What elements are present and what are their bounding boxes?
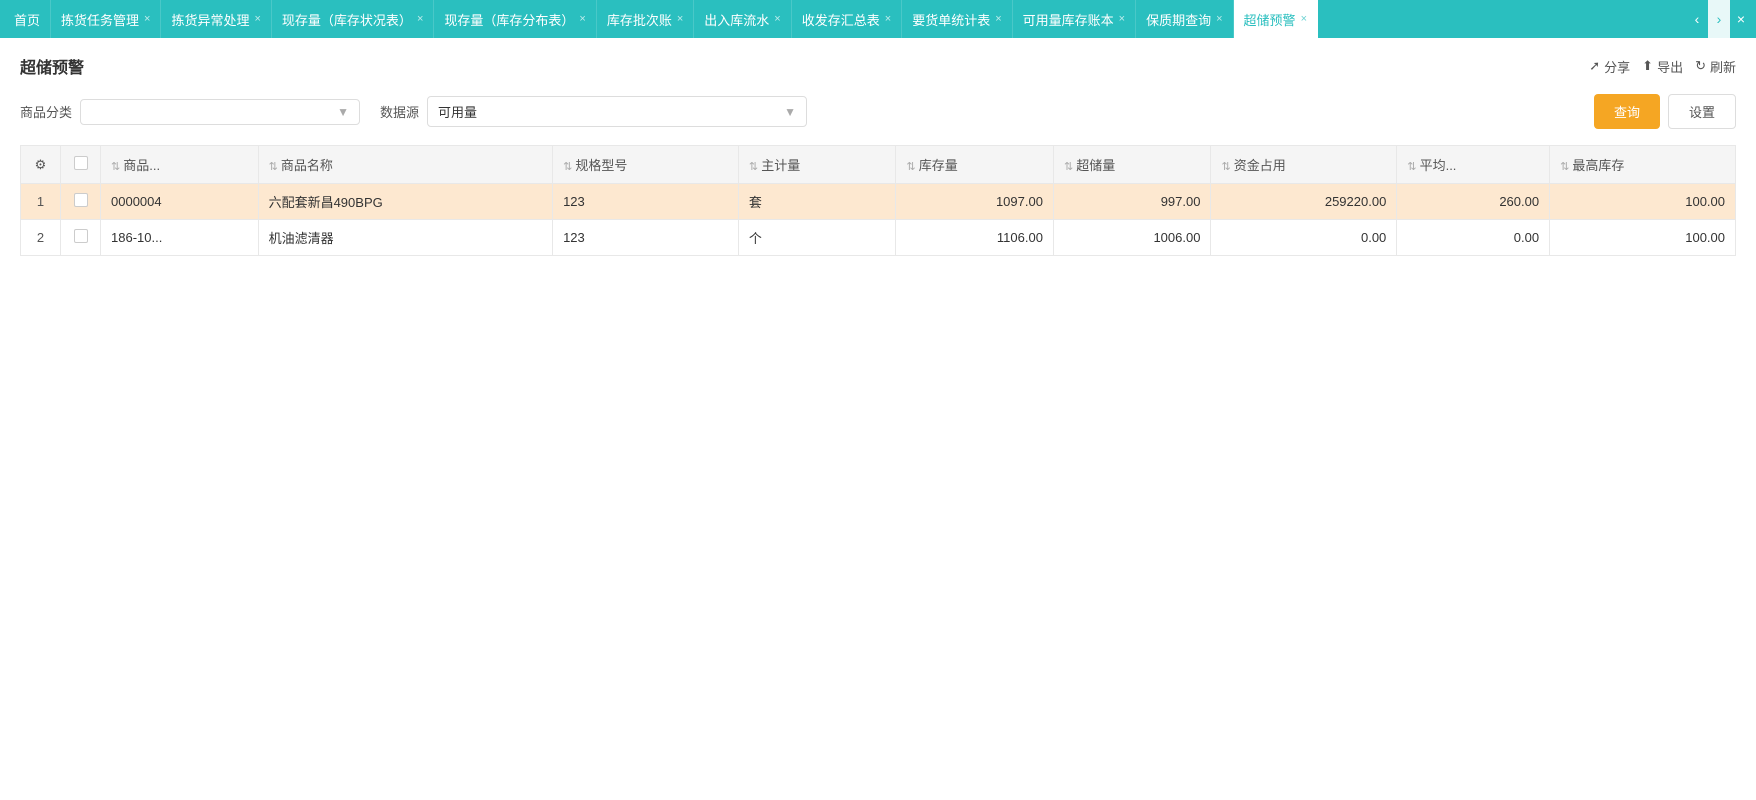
row-gear-cell: 2 xyxy=(21,220,61,256)
row-unit: 套 xyxy=(738,184,896,220)
datasource-select[interactable]: 可用量 ▼ xyxy=(427,96,807,127)
close-collect-summary[interactable]: × xyxy=(885,13,891,25)
close-stock-status[interactable]: × xyxy=(417,13,423,25)
row-stock-qty: 1106.00 xyxy=(896,220,1054,256)
filter-row: 商品分类 ▼ 数据源 可用量 ▼ 查询 设置 xyxy=(20,94,1736,129)
row-checkbox-cell[interactable] xyxy=(61,220,101,256)
page-container: 超储预警 ➚ 分享 ⬆ 导出 ↻ 刷新 商品分类 ▼ 数据源 xyxy=(0,38,1756,272)
row-unit: 个 xyxy=(738,220,896,256)
row-gear-cell: 1 xyxy=(21,184,61,220)
row-checkbox[interactable] xyxy=(74,229,88,243)
table-row: 1 0000004 六配套新昌490BPG 123 套 1097.00 997.… xyxy=(21,184,1736,220)
nav-arrow-left[interactable]: ‹ xyxy=(1686,0,1708,38)
refresh-icon: ↻ xyxy=(1695,58,1706,74)
share-button[interactable]: ➚ 分享 xyxy=(1589,57,1630,76)
nav-stock-status[interactable]: 现存量（库存状况表） × xyxy=(272,0,434,38)
action-buttons: 查询 设置 xyxy=(1594,94,1736,129)
close-stock-dist[interactable]: × xyxy=(579,13,585,25)
row-checkbox-cell[interactable] xyxy=(61,184,101,220)
table-header-product-name[interactable]: 商品名称 xyxy=(258,146,552,184)
close-batch-account[interactable]: × xyxy=(677,13,683,25)
close-avail-account[interactable]: × xyxy=(1119,13,1125,25)
row-max-stock: 100.00 xyxy=(1550,220,1736,256)
category-filter-group: 商品分类 ▼ xyxy=(20,99,360,125)
nav-arrow-close[interactable]: × xyxy=(1730,0,1752,38)
top-nav: 首页 拣货任务管理 × 拣货异常处理 × 现存量（库存状况表） × 现存量（库存… xyxy=(0,0,1756,38)
query-button[interactable]: 查询 xyxy=(1594,94,1660,129)
row-spec: 123 xyxy=(553,220,739,256)
export-button[interactable]: ⬆ 导出 xyxy=(1642,57,1683,76)
settings-button[interactable]: 设置 xyxy=(1668,94,1736,129)
table-header-capital-use[interactable]: 资金占用 xyxy=(1211,146,1397,184)
table-row: 2 186-10... 机油滤清器 123 个 1106.00 1006.00 … xyxy=(21,220,1736,256)
data-table: ⚙ 商品... 商品名称 规格型号 主计量 库存量 xyxy=(20,145,1736,256)
refresh-button[interactable]: ↻ 刷新 xyxy=(1695,57,1736,76)
gear-icon: ⚙ xyxy=(35,157,47,172)
row-stock-qty: 1097.00 xyxy=(896,184,1054,220)
row-avg: 260.00 xyxy=(1397,184,1550,220)
export-icon: ⬆ xyxy=(1642,58,1653,74)
row-spec: 123 xyxy=(553,184,739,220)
close-inout-flow[interactable]: × xyxy=(774,13,780,25)
page-header: 超储预警 ➚ 分享 ⬆ 导出 ↻ 刷新 xyxy=(20,54,1736,78)
row-overstock-qty: 1006.00 xyxy=(1053,220,1211,256)
row-product-code: 0000004 xyxy=(101,184,259,220)
datasource-value: 可用量 xyxy=(438,102,477,121)
table-header-avg[interactable]: 平均... xyxy=(1397,146,1550,184)
nav-avail-account[interactable]: 可用量库存账本 × xyxy=(1013,0,1136,38)
category-dropdown-arrow: ▼ xyxy=(337,105,349,119)
table-header-checkbox[interactable] xyxy=(61,146,101,184)
nav-order-stats[interactable]: 要货单统计表 × xyxy=(902,0,1012,38)
nav-collect-summary[interactable]: 收发存汇总表 × xyxy=(792,0,902,38)
table-header-max-stock[interactable]: 最高库存 xyxy=(1550,146,1736,184)
close-abnormal[interactable]: × xyxy=(254,13,260,25)
nav-arrow-right[interactable]: › xyxy=(1708,0,1730,38)
row-product-code: 186-10... xyxy=(101,220,259,256)
table-header-row: ⚙ 商品... 商品名称 规格型号 主计量 库存量 xyxy=(21,146,1736,184)
nav-arrows: ‹ › × xyxy=(1686,0,1752,38)
category-select[interactable]: ▼ xyxy=(80,99,360,125)
share-icon: ➚ xyxy=(1589,58,1600,74)
table-header-spec[interactable]: 规格型号 xyxy=(553,146,739,184)
nav-quality-check[interactable]: 保质期查询 × xyxy=(1136,0,1233,38)
close-overstock-warning[interactable]: × xyxy=(1301,13,1307,25)
row-max-stock: 100.00 xyxy=(1550,184,1736,220)
page-title: 超储预警 xyxy=(20,54,84,78)
datasource-filter-group: 数据源 可用量 ▼ xyxy=(380,96,807,127)
table-header-overstock-qty[interactable]: 超储量 xyxy=(1053,146,1211,184)
table-header-unit[interactable]: 主计量 xyxy=(738,146,896,184)
nav-overstock-warning[interactable]: 超储预警 × xyxy=(1234,0,1318,38)
row-capital-use: 259220.00 xyxy=(1211,184,1397,220)
datasource-dropdown-arrow: ▼ xyxy=(784,105,796,119)
close-quality-check[interactable]: × xyxy=(1216,13,1222,25)
nav-stock-dist[interactable]: 现存量（库存分布表） × xyxy=(434,0,596,38)
table-header-gear[interactable]: ⚙ xyxy=(21,146,61,184)
row-product-name: 机油滤清器 xyxy=(258,220,552,256)
row-avg: 0.00 xyxy=(1397,220,1550,256)
close-task-mgmt[interactable]: × xyxy=(144,13,150,25)
table-header-stock-qty[interactable]: 库存量 xyxy=(896,146,1054,184)
nav-abnormal[interactable]: 拣货异常处理 × xyxy=(161,0,271,38)
close-order-stats[interactable]: × xyxy=(995,13,1001,25)
nav-home[interactable]: 首页 xyxy=(4,0,51,38)
datasource-label: 数据源 xyxy=(380,102,419,121)
nav-batch-account[interactable]: 库存批次账 × xyxy=(597,0,694,38)
table-header-product-code[interactable]: 商品... xyxy=(101,146,259,184)
row-checkbox[interactable] xyxy=(74,193,88,207)
nav-task-mgmt[interactable]: 拣货任务管理 × xyxy=(51,0,161,38)
row-product-name: 六配套新昌490BPG xyxy=(258,184,552,220)
row-overstock-qty: 997.00 xyxy=(1053,184,1211,220)
nav-inout-flow[interactable]: 出入库流水 × xyxy=(694,0,791,38)
row-capital-use: 0.00 xyxy=(1211,220,1397,256)
category-label: 商品分类 xyxy=(20,102,72,121)
header-actions: ➚ 分享 ⬆ 导出 ↻ 刷新 xyxy=(1589,57,1736,76)
header-checkbox[interactable] xyxy=(74,156,88,170)
